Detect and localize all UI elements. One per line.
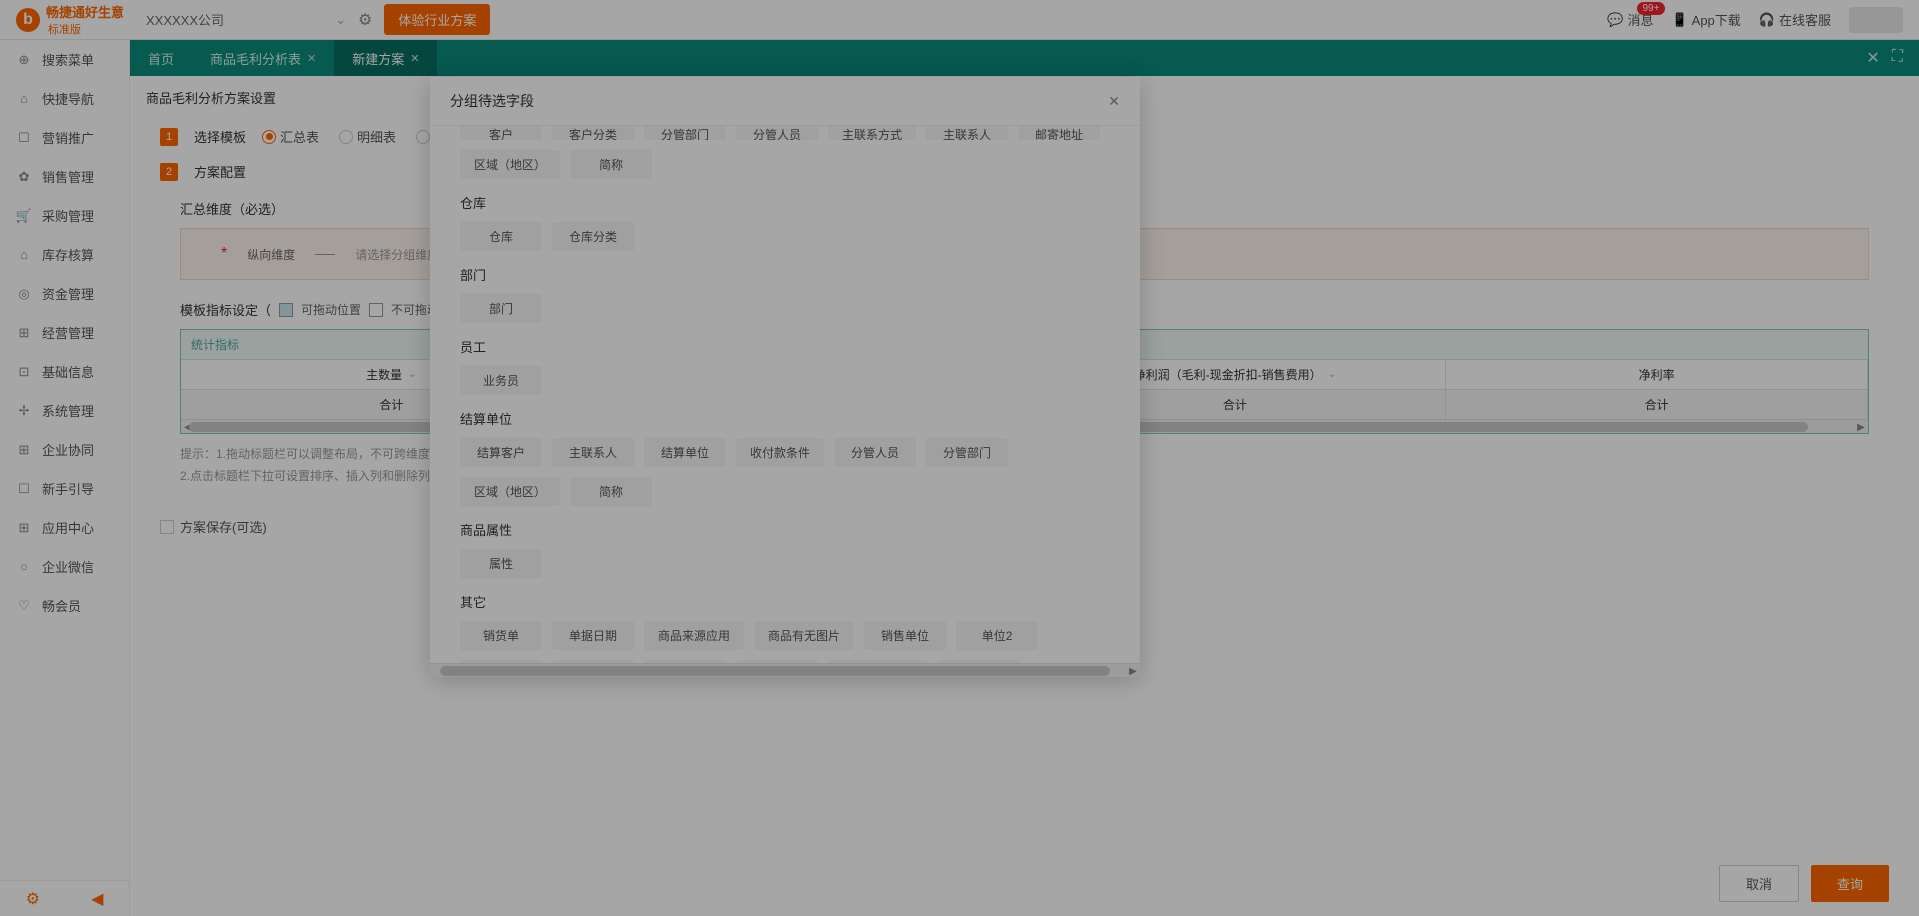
modal-overlay[interactable] [0, 0, 1919, 916]
